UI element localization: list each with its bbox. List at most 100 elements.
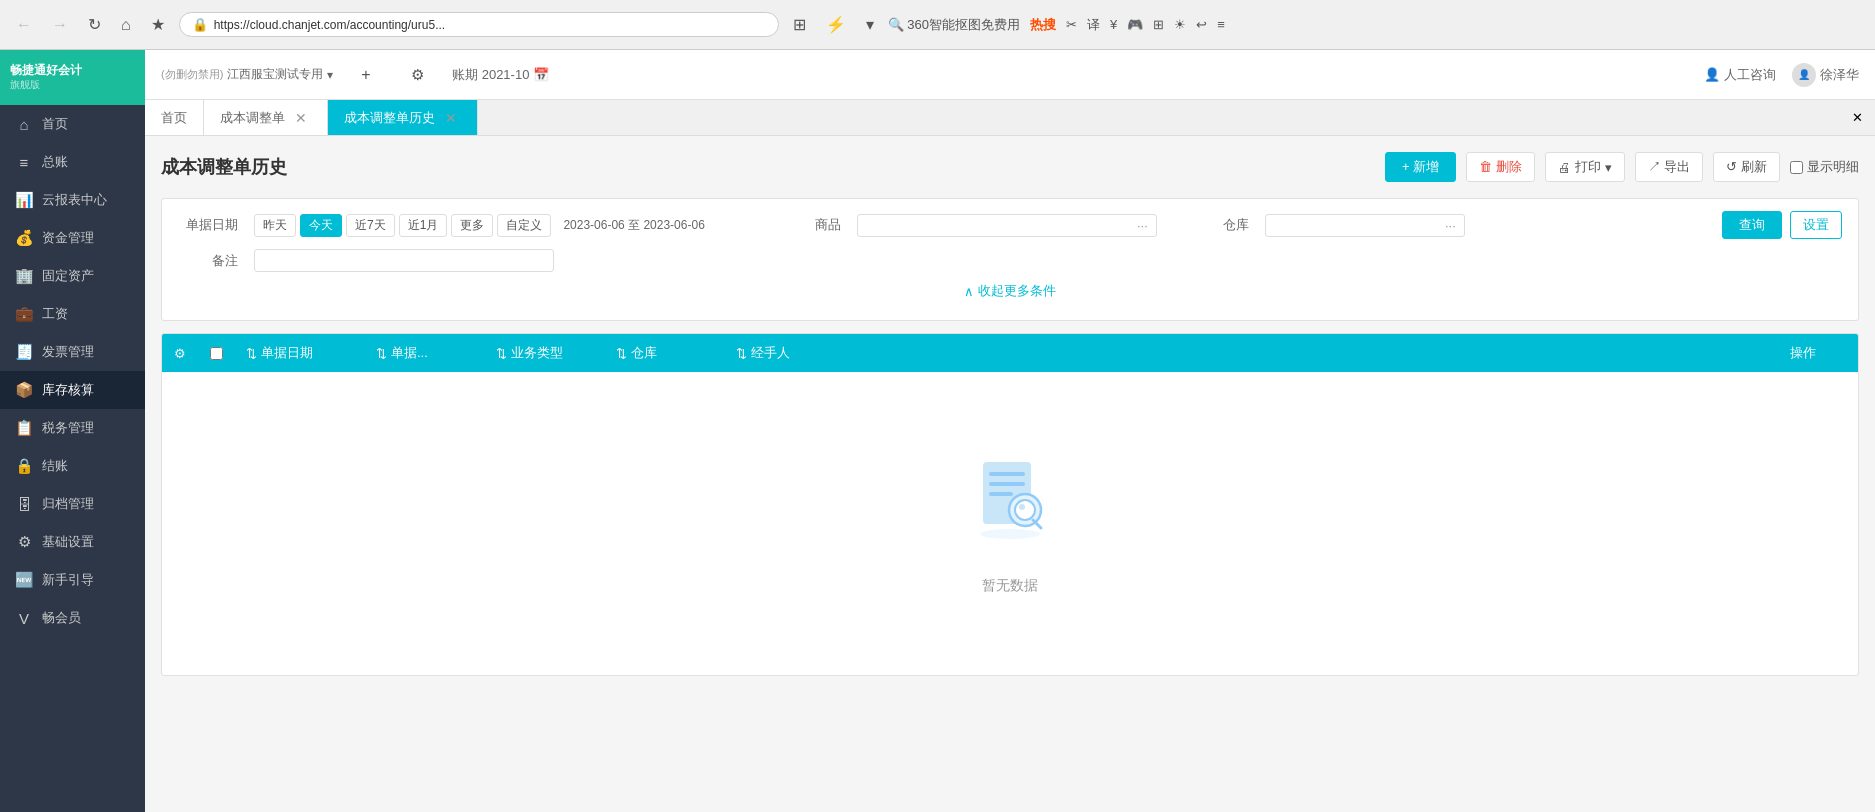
- game-tool[interactable]: 🎮: [1127, 17, 1143, 32]
- date-btn-more[interactable]: 更多: [451, 214, 493, 237]
- sidebar-label-home: 首页: [42, 115, 68, 133]
- main-content: (勿删勿禁用) 江西服宝测试专用 ▾ + ⚙ 账期 2021-10 📅 👤 人工…: [145, 50, 1875, 812]
- sidebar-item-inventory[interactable]: 📦 库存核算: [0, 371, 145, 409]
- th-warehouse[interactable]: ⇅ 仓库: [604, 344, 724, 362]
- sidebar-label-archive: 归档管理: [42, 495, 94, 513]
- th-num[interactable]: ⇅ 单据...: [364, 344, 484, 362]
- print-button[interactable]: 🖨 打印 ▾: [1545, 152, 1625, 182]
- back-button[interactable]: ←: [10, 12, 38, 38]
- sidebar-item-tax[interactable]: 📋 税务管理: [0, 409, 145, 447]
- date-btn-custom[interactable]: 自定义: [497, 214, 551, 237]
- collapse-label: 收起更多条件: [978, 282, 1056, 300]
- tab-cost-adjust[interactable]: 成本调整单 ✕: [204, 100, 328, 135]
- sidebar-item-invoice[interactable]: 🧾 发票管理: [0, 333, 145, 371]
- svg-point-8: [1019, 504, 1025, 510]
- bookmark-button[interactable]: ★: [145, 11, 171, 38]
- wallet-tool[interactable]: ¥: [1110, 17, 1117, 32]
- closing-icon: 🔒: [14, 457, 34, 475]
- settings-icon: ⚙: [174, 346, 186, 361]
- invoice-icon: 🧾: [14, 343, 34, 361]
- date-btn-7days[interactable]: 近7天: [346, 214, 395, 237]
- sidebar-item-closing[interactable]: 🔒 结账: [0, 447, 145, 485]
- funds-icon: 💰: [14, 229, 34, 247]
- warehouse-selector[interactable]: ···: [1265, 214, 1465, 237]
- sidebar-item-archive[interactable]: 🗄 归档管理: [0, 485, 145, 523]
- print-icon: 🖨: [1558, 160, 1571, 175]
- calendar-icon[interactable]: 📅: [533, 67, 549, 82]
- grid-tool[interactable]: ⊞: [1153, 17, 1164, 32]
- consult-label: 人工咨询: [1724, 66, 1776, 84]
- company-name: 江西服宝测试专用: [227, 66, 323, 83]
- delete-button[interactable]: 🗑 删除: [1466, 152, 1535, 182]
- sidebar-item-guide[interactable]: 🆕 新手引导: [0, 561, 145, 599]
- company-selector[interactable]: (勿删勿禁用) 江西服宝测试专用 ▾: [161, 66, 333, 83]
- date-btn-today[interactable]: 今天: [300, 214, 342, 237]
- date-range: 2023-06-06 至 2023-06-06: [563, 217, 704, 234]
- date-btn-yesterday[interactable]: 昨天: [254, 214, 296, 237]
- home-button[interactable]: ⌂: [115, 12, 137, 38]
- forward-button[interactable]: →: [46, 12, 74, 38]
- page-title: 成本调整单历史: [161, 155, 287, 179]
- address-bar[interactable]: 🔒 https://cloud.chanjet.com/accounting/u…: [179, 12, 779, 37]
- sidebar-item-reports[interactable]: 📊 云报表中心: [0, 181, 145, 219]
- empty-state: 暂无数据: [162, 372, 1858, 675]
- sidebar-label-tax: 税务管理: [42, 419, 94, 437]
- menu-tool[interactable]: ≡: [1217, 17, 1225, 32]
- tab-cost-adjust-history[interactable]: 成本调整单历史 ✕: [328, 100, 478, 135]
- new-button[interactable]: + 新增: [1385, 152, 1456, 182]
- translate-tool[interactable]: 译: [1087, 16, 1100, 34]
- company-settings-button[interactable]: ⚙: [399, 61, 436, 89]
- sidebar-label-funds: 资金管理: [42, 229, 94, 247]
- query-button[interactable]: 查询: [1722, 211, 1782, 239]
- brightness-tool[interactable]: ☀: [1174, 17, 1186, 32]
- top-bar: (勿删勿禁用) 江西服宝测试专用 ▾ + ⚙ 账期 2021-10 📅 👤 人工…: [145, 50, 1875, 100]
- salary-icon: 💼: [14, 305, 34, 323]
- browser-chrome: ← → ↻ ⌂ ★ 🔒 https://cloud.chanjet.com/ac…: [0, 0, 1875, 50]
- sidebar-label-invoice: 发票管理: [42, 343, 94, 361]
- tab-bar-close[interactable]: ✕: [1852, 110, 1875, 125]
- th-date[interactable]: ⇅ 单据日期: [234, 344, 364, 362]
- sidebar-logo: 畅捷通好会计 旗舰版: [0, 50, 145, 105]
- svg-rect-4: [989, 492, 1013, 496]
- sidebar-item-ledger[interactable]: ≡ 总账: [0, 143, 145, 181]
- search-tool: 🔍 360智能抠图免费用: [888, 16, 1020, 34]
- tab-cost-adjust-close[interactable]: ✕: [291, 110, 311, 126]
- svg-rect-3: [989, 482, 1025, 486]
- tab-cost-adjust-history-close[interactable]: ✕: [441, 110, 461, 126]
- th-type[interactable]: ⇅ 业务类型: [484, 344, 604, 362]
- sidebar-item-home[interactable]: ⌂ 首页: [0, 105, 145, 143]
- sidebar-item-vip[interactable]: V 畅会员: [0, 599, 145, 637]
- add-company-button[interactable]: +: [349, 61, 382, 89]
- sidebar-item-fixed-assets[interactable]: 🏢 固定资产: [0, 257, 145, 295]
- select-all-checkbox[interactable]: [210, 347, 223, 360]
- th-handler[interactable]: ⇅ 经手人: [724, 344, 844, 362]
- tab-home[interactable]: 首页: [145, 100, 204, 135]
- extensions-button[interactable]: ⊞: [787, 11, 812, 38]
- user-menu[interactable]: 👤 徐泽华: [1792, 63, 1859, 87]
- th-settings[interactable]: ⚙: [162, 346, 198, 361]
- collapse-button[interactable]: ∧ 收起更多条件: [964, 282, 1056, 300]
- cut-tool[interactable]: ✂: [1066, 17, 1077, 32]
- sidebar-label-settings: 基础设置: [42, 533, 94, 551]
- product-selector[interactable]: ···: [857, 214, 1157, 237]
- period-value: 2021-10: [482, 67, 530, 82]
- sidebar-item-settings[interactable]: ⚙ 基础设置: [0, 523, 145, 561]
- show-columns-input[interactable]: [1790, 161, 1803, 174]
- export-button[interactable]: ↗ 导出: [1635, 152, 1704, 182]
- th-checkbox[interactable]: [198, 347, 234, 360]
- filter-settings-button[interactable]: 设置: [1790, 211, 1842, 239]
- back-tool[interactable]: ↩: [1196, 17, 1207, 32]
- more-button[interactable]: ▾: [860, 11, 880, 38]
- refresh-button[interactable]: ↺ 刷新: [1713, 152, 1780, 182]
- refresh-button[interactable]: ↻: [82, 11, 107, 38]
- show-columns-checkbox[interactable]: 显示明细: [1790, 158, 1859, 176]
- sidebar-item-salary[interactable]: 💼 工资: [0, 295, 145, 333]
- print-label: 打印: [1575, 158, 1601, 176]
- date-btn-1month[interactable]: 近1月: [399, 214, 448, 237]
- sidebar-item-funds[interactable]: 💰 资金管理: [0, 219, 145, 257]
- tab-bar: 首页 成本调整单 ✕ 成本调整单历史 ✕ ✕: [145, 100, 1875, 136]
- lightning-button[interactable]: ⚡: [820, 11, 852, 38]
- remark-input[interactable]: [254, 249, 554, 272]
- svg-rect-2: [989, 472, 1025, 476]
- consult-button[interactable]: 👤 人工咨询: [1704, 66, 1776, 84]
